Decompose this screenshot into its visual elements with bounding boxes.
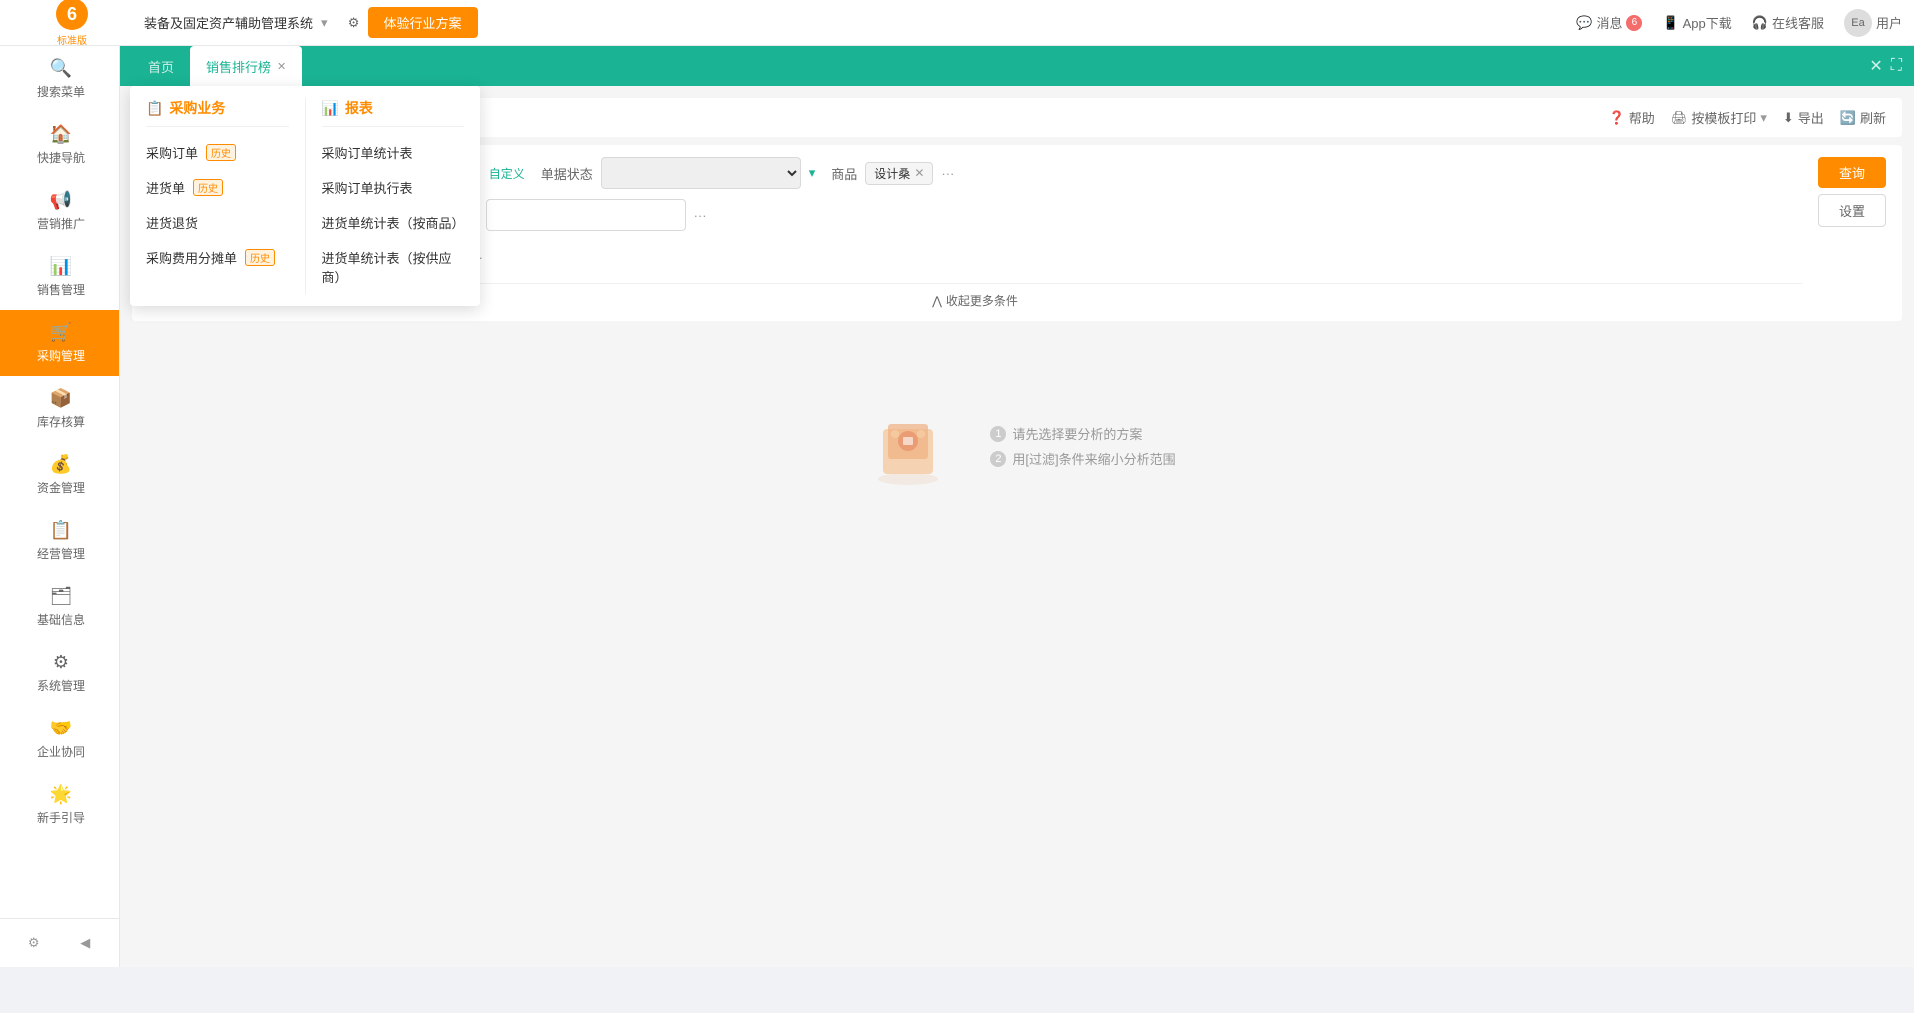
purchase-section-icon: 📋 (146, 100, 163, 117)
goods-receipt-label: 进货单 (146, 178, 185, 197)
receipt-stat-supplier-label: 进货单统计表（按供应商） (322, 248, 465, 286)
purchase-section-title-text: 采购业务 (169, 98, 225, 118)
dropdown-purchase-section: 📋 采购业务 采购订单 历史 进货单 历史 进货退货 采购费用分摊单 历史 (130, 98, 305, 294)
dropdown-goods-receipt[interactable]: 进货单 历史 (146, 170, 289, 205)
report-section-title: 📊 报表 (322, 98, 465, 127)
purchase-expense-hist: 历史 (245, 249, 275, 266)
goods-return-label: 进货退货 (146, 213, 198, 232)
dropdown-menu: 📋 采购业务 采购订单 历史 进货单 历史 进货退货 采购费用分摊单 历史 (130, 86, 480, 306)
dropdown-sections: 📋 采购业务 采购订单 历史 进货单 历史 进货退货 采购费用分摊单 历史 (130, 98, 480, 294)
goods-receipt-hist: 历史 (193, 179, 223, 196)
dropdown-order-stat[interactable]: 采购订单统计表 (322, 135, 465, 170)
dropdown-receipt-stat-supplier[interactable]: 进货单统计表（按供应商） (322, 240, 465, 294)
dropdown-receipt-stat-goods[interactable]: 进货单统计表（按商品） (322, 205, 465, 240)
report-section-title-text: 报表 (345, 98, 373, 118)
order-exec-label: 采购订单执行表 (322, 178, 413, 197)
report-section-icon: 📊 (322, 100, 339, 117)
purchase-order-label: 采购订单 (146, 143, 198, 162)
order-stat-label: 采购订单统计表 (322, 143, 413, 162)
dropdown-goods-return[interactable]: 进货退货 (146, 205, 289, 240)
receipt-stat-goods-label: 进货单统计表（按商品） (322, 213, 465, 232)
dropdown-overlay[interactable]: 📋 采购业务 采购订单 历史 进货单 历史 进货退货 采购费用分摊单 历史 (0, 0, 1914, 967)
dropdown-purchase-order[interactable]: 采购订单 历史 (146, 135, 289, 170)
purchase-expense-label: 采购费用分摊单 (146, 248, 237, 267)
dropdown-purchase-expense[interactable]: 采购费用分摊单 历史 (146, 240, 289, 275)
dropdown-report-section: 📊 报表 采购订单统计表 采购订单执行表 进货单统计表（按商品） 进货单统计表（… (306, 98, 481, 294)
purchase-section-title: 📋 采购业务 (146, 98, 289, 127)
purchase-order-hist: 历史 (206, 144, 236, 161)
dropdown-order-exec[interactable]: 采购订单执行表 (322, 170, 465, 205)
